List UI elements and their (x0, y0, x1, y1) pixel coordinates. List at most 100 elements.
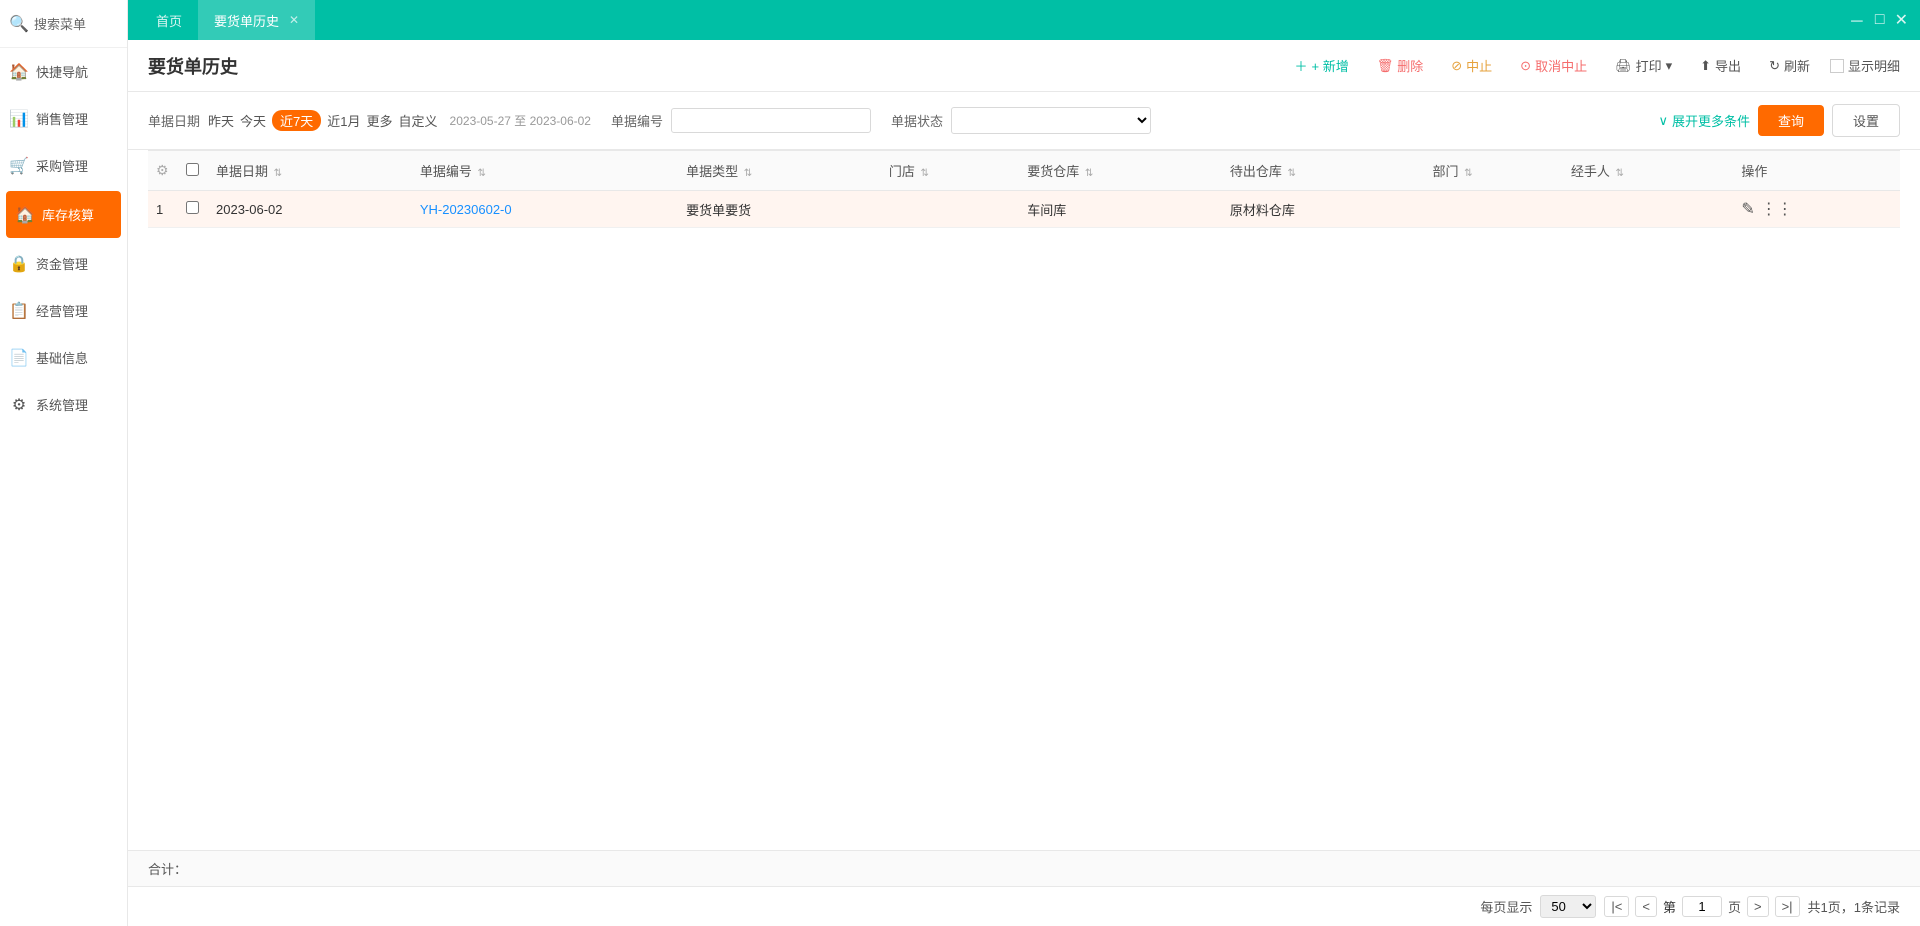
settings-button[interactable]: 设置 (1832, 104, 1900, 137)
first-page-button[interactable]: |< (1604, 896, 1629, 917)
topbar-minimize-icon[interactable]: － (1849, 8, 1865, 32)
edit-icon[interactable]: ✎ (1741, 199, 1754, 219)
footer-bar: 合计： (128, 850, 1920, 886)
more-icon[interactable]: ⋮⋮ (1761, 199, 1793, 219)
page-number-input[interactable] (1682, 896, 1722, 917)
sort-date-icon[interactable]: ⇅ (274, 168, 282, 179)
sidebar-item-quick-nav[interactable]: 🏠 快捷导航 (0, 48, 127, 95)
show-detail-checkbox[interactable] (1830, 59, 1844, 73)
sidebar-item-basic[interactable]: 📄 基础信息 (0, 334, 127, 381)
status-select[interactable] (951, 107, 1151, 134)
page-header: 要货单历史 ＋ + 新增 🗑 删除 ⊘ 中止 ⊙ 取消中止 (128, 40, 1920, 92)
refresh-label: 刷新 (1784, 56, 1810, 75)
cell-store (881, 191, 1019, 228)
cell-pending-warehouse: 原材料仓库 (1222, 191, 1425, 228)
sort-reqwh-icon[interactable]: ⇅ (1085, 168, 1093, 179)
sort-billtype-icon[interactable]: ⇅ (744, 168, 752, 179)
th-store: 门店 ⇅ (881, 151, 1019, 191)
pagination-bar: 每页显示 50 20 100 200 |< < 第 页 > >| 共1页，1条记… (128, 886, 1920, 926)
table-settings-icon[interactable]: ⚙ (156, 162, 169, 178)
cancel-icon: ⊙ (1520, 58, 1531, 74)
sort-store-icon[interactable]: ⇅ (920, 168, 928, 179)
bill-no-link[interactable]: YH-20230602-0 (420, 202, 512, 217)
search-menu[interactable]: 🔍 搜索菜单 (0, 0, 127, 48)
sidebar-item-label: 经营管理 (36, 301, 88, 320)
sort-billno-icon[interactable]: ⇅ (477, 168, 485, 179)
export-label: 导出 (1715, 56, 1741, 75)
search-menu-label: 搜索菜单 (34, 14, 86, 33)
date-opt-7days[interactable]: 近7天 (272, 110, 321, 131)
delete-button[interactable]: 🗑 删除 (1369, 52, 1432, 79)
select-all-checkbox[interactable] (186, 163, 199, 176)
refresh-icon: ↻ (1769, 58, 1780, 74)
sidebar-item-label: 库存核算 (42, 205, 94, 224)
date-opt-yesterday[interactable]: 昨天 (208, 111, 234, 130)
th-action: 操作 (1733, 151, 1900, 191)
doc-icon: 📄 (10, 349, 28, 367)
cell-date: 2023-06-02 (208, 191, 412, 228)
delete-icon: 🗑 (1377, 58, 1394, 74)
date-filter: 单据日期 昨天 今天 近7天 近1月 更多 自定义 2023-05-27 至 2… (148, 110, 591, 131)
total-label: 合计： (148, 859, 187, 878)
show-detail-container: 显示明细 (1830, 56, 1900, 75)
print-dropdown-icon[interactable]: ▾ (1666, 58, 1673, 74)
new-label: + 新增 (1311, 56, 1348, 75)
page-size-label: 每页显示 (1480, 897, 1532, 916)
table-area: ⚙ 单据日期 ⇅ 单据编号 ⇅ 单据类型 ⇅ (128, 150, 1920, 850)
date-options: 昨天 今天 近7天 近1月 更多 自定义 (208, 110, 438, 131)
cancel-stop-button[interactable]: ⊙ 取消中止 (1512, 52, 1595, 79)
filter-row-1: 单据日期 昨天 今天 近7天 近1月 更多 自定义 2023-05-27 至 2… (148, 104, 1900, 137)
page-label-before: 第 (1663, 897, 1676, 916)
expand-button[interactable]: ∨ 展开更多条件 (1658, 111, 1750, 130)
print-button[interactable]: 🖨 打印 ▾ (1607, 52, 1680, 79)
tab-close-icon[interactable]: ✕ (289, 13, 299, 27)
query-button[interactable]: 查询 (1758, 105, 1824, 136)
print-label: 打印 (1636, 56, 1662, 75)
date-range-display: 2023-05-27 至 2023-06-02 (450, 112, 591, 129)
table-row: 1 2023-06-02 YH-20230602-0 要货单要货 车间库 原材料… (148, 191, 1900, 228)
export-button[interactable]: ⬆ 导出 (1692, 52, 1749, 79)
page-size-select[interactable]: 50 20 100 200 (1540, 895, 1596, 918)
sidebar-item-label: 采购管理 (36, 156, 88, 175)
sidebar-item-operation[interactable]: 📋 经营管理 (0, 287, 127, 334)
date-opt-custom[interactable]: 自定义 (399, 111, 438, 130)
delete-label: 删除 (1397, 56, 1423, 75)
print-icon: 🖨 (1615, 58, 1632, 74)
tab-history[interactable]: 要货单历史 ✕ (198, 0, 315, 40)
prev-page-button[interactable]: < (1635, 896, 1657, 917)
date-opt-today[interactable]: 今天 (240, 111, 266, 130)
date-opt-1month[interactable]: 近1月 (327, 111, 360, 130)
stop-label: 中止 (1466, 56, 1492, 75)
sidebar-item-system[interactable]: ⚙ 系统管理 (0, 381, 127, 428)
last-page-button[interactable]: >| (1775, 896, 1800, 917)
topbar-maximize-icon[interactable]: □ (1875, 11, 1885, 29)
th-handler: 经手人 ⇅ (1563, 151, 1734, 191)
tab-home[interactable]: 首页 (140, 0, 198, 40)
row-checkbox[interactable] (186, 201, 199, 214)
bill-no-input[interactable] (671, 108, 871, 133)
sort-dept-icon[interactable]: ⇅ (1464, 168, 1472, 179)
sidebar-item-label: 基础信息 (36, 348, 88, 367)
sidebar-item-finance[interactable]: 🔒 资金管理 (0, 240, 127, 287)
th-pending-warehouse: 待出仓库 ⇅ (1222, 151, 1425, 191)
th-settings: ⚙ (148, 151, 178, 191)
chart-icon: 📊 (10, 110, 28, 128)
sort-handler-icon[interactable]: ⇅ (1616, 168, 1624, 179)
sidebar-item-inventory[interactable]: 🏠 库存核算 (6, 191, 121, 238)
sidebar-item-sales[interactable]: 📊 销售管理 (0, 95, 127, 142)
filter-bar: 单据日期 昨天 今天 近7天 近1月 更多 自定义 2023-05-27 至 2… (128, 92, 1920, 150)
topbar: 首页 要货单历史 ✕ － □ ✕ (128, 0, 1920, 40)
page-label-after: 页 (1728, 897, 1741, 916)
date-opt-more[interactable]: 更多 (367, 111, 393, 130)
content: 要货单历史 ＋ + 新增 🗑 删除 ⊘ 中止 ⊙ 取消中止 (128, 40, 1920, 926)
refresh-button[interactable]: ↻ 刷新 (1761, 52, 1818, 79)
next-page-button[interactable]: > (1747, 896, 1769, 917)
topbar-close-icon[interactable]: ✕ (1895, 10, 1908, 30)
stop-button[interactable]: ⊘ 中止 (1443, 52, 1500, 79)
sort-pendingwh-icon[interactable]: ⇅ (1287, 168, 1295, 179)
sidebar-item-purchase[interactable]: 🛒 采购管理 (0, 142, 127, 189)
export-icon: ⬆ (1700, 58, 1711, 74)
gear-icon: ⚙ (10, 396, 28, 414)
new-button[interactable]: ＋ + 新增 (1286, 52, 1356, 79)
tab-history-label: 要货单历史 (214, 11, 279, 30)
